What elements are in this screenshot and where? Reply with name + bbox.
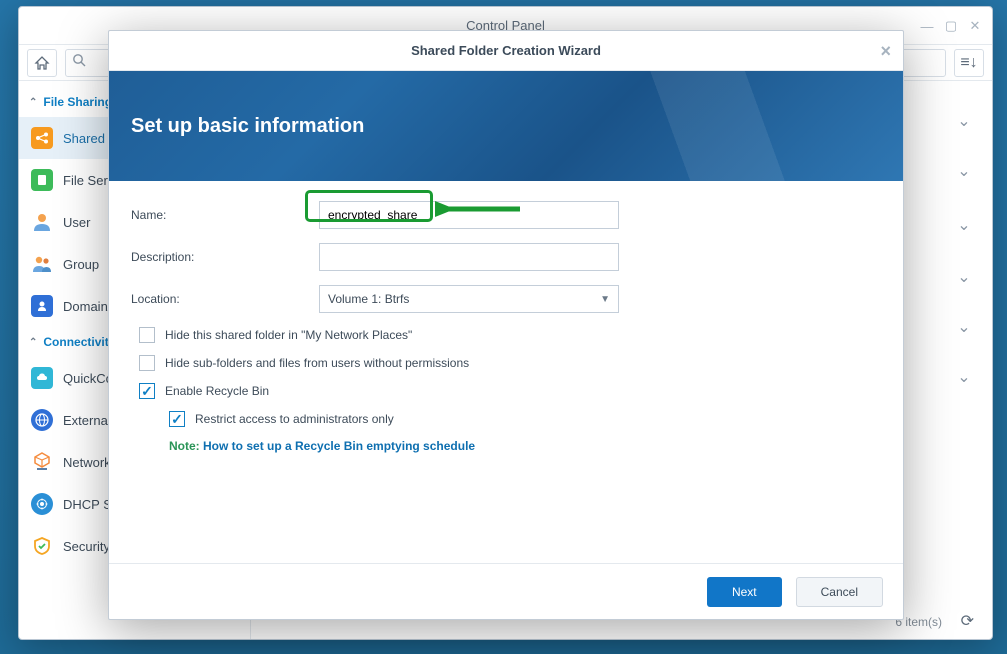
wizard-title: Shared Folder Creation Wizard bbox=[411, 43, 601, 58]
checkbox-hide-network[interactable] bbox=[139, 327, 155, 343]
name-label: Name: bbox=[131, 208, 319, 222]
network-icon bbox=[31, 451, 53, 473]
name-input[interactable] bbox=[319, 201, 619, 229]
sidebar-item-label: Group bbox=[63, 257, 99, 272]
sidebar-item-label: Network bbox=[63, 455, 111, 470]
wizard-footer: Next Cancel bbox=[109, 563, 903, 619]
wizard-body: Name: Description: Location: Volume 1: B… bbox=[109, 181, 903, 473]
checkbox-recycle-bin[interactable] bbox=[139, 383, 155, 399]
chevron-up-icon: ⌃ bbox=[29, 97, 37, 108]
wizard-heading: Set up basic information bbox=[131, 115, 364, 138]
sidebar-group-label: Connectivity bbox=[43, 335, 115, 349]
user-icon bbox=[31, 211, 53, 233]
wizard-titlebar[interactable]: Shared Folder Creation Wizard × bbox=[109, 31, 903, 71]
quickconnect-icon bbox=[31, 367, 53, 389]
search-icon bbox=[72, 53, 86, 72]
caret-down-icon: ▼ bbox=[600, 294, 610, 305]
refresh-icon[interactable]: ⟳ bbox=[961, 611, 974, 631]
location-select[interactable]: Volume 1: Btrfs ▼ bbox=[319, 285, 619, 313]
close-window-button[interactable]: ✕ bbox=[966, 17, 984, 35]
cancel-button[interactable]: Cancel bbox=[796, 577, 883, 607]
expand-toggle[interactable]: ⌄ bbox=[954, 161, 974, 181]
dhcp-icon bbox=[31, 493, 53, 515]
external-access-icon bbox=[31, 409, 53, 431]
checkbox-restrict-admin[interactable] bbox=[169, 411, 185, 427]
shared-folder-wizard: Shared Folder Creation Wizard × Set up b… bbox=[108, 30, 904, 620]
checkbox-hide-subfolders[interactable] bbox=[139, 355, 155, 371]
checkbox-label: Hide this shared folder in "My Network P… bbox=[165, 328, 412, 342]
location-value: Volume 1: Btrfs bbox=[328, 292, 409, 306]
expand-toggle[interactable]: ⌄ bbox=[954, 317, 974, 337]
next-button-label: Next bbox=[732, 585, 757, 599]
sidebar-item-label: Security bbox=[63, 539, 110, 554]
security-icon bbox=[31, 535, 53, 557]
expand-toggle[interactable]: ⌄ bbox=[954, 215, 974, 235]
note-row: Note: How to set up a Recycle Bin emptyi… bbox=[131, 439, 881, 453]
cancel-button-label: Cancel bbox=[821, 585, 858, 599]
sidebar-group-label: File Sharing bbox=[43, 95, 112, 109]
note-label: Note: bbox=[169, 439, 200, 453]
description-label: Description: bbox=[131, 250, 319, 264]
minimize-button[interactable]: — bbox=[918, 17, 936, 35]
location-label: Location: bbox=[131, 292, 319, 306]
expand-toggle[interactable]: ⌄ bbox=[954, 367, 974, 387]
expand-toggle[interactable]: ⌄ bbox=[954, 267, 974, 287]
note-link[interactable]: How to set up a Recycle Bin emptying sch… bbox=[203, 439, 475, 453]
group-icon bbox=[31, 253, 53, 275]
file-services-icon bbox=[31, 169, 53, 191]
chevron-up-icon: ⌃ bbox=[29, 337, 37, 348]
next-button[interactable]: Next bbox=[707, 577, 782, 607]
maximize-button[interactable]: ▢ bbox=[942, 17, 960, 35]
wizard-header: Set up basic information bbox=[109, 71, 903, 181]
checkbox-label: Hide sub-folders and files from users wi… bbox=[165, 356, 469, 370]
shared-folder-icon bbox=[31, 127, 53, 149]
close-icon[interactable]: × bbox=[880, 41, 891, 62]
view-toggle-button[interactable]: ≡↓ bbox=[954, 49, 984, 77]
checkbox-label: Enable Recycle Bin bbox=[165, 384, 269, 398]
home-button[interactable] bbox=[27, 49, 57, 77]
checkbox-label: Restrict access to administrators only bbox=[195, 412, 394, 426]
expand-toggle[interactable]: ⌄ bbox=[954, 111, 974, 131]
domain-ldap-icon bbox=[31, 295, 53, 317]
description-input[interactable] bbox=[319, 243, 619, 271]
sidebar-item-label: User bbox=[63, 215, 90, 230]
